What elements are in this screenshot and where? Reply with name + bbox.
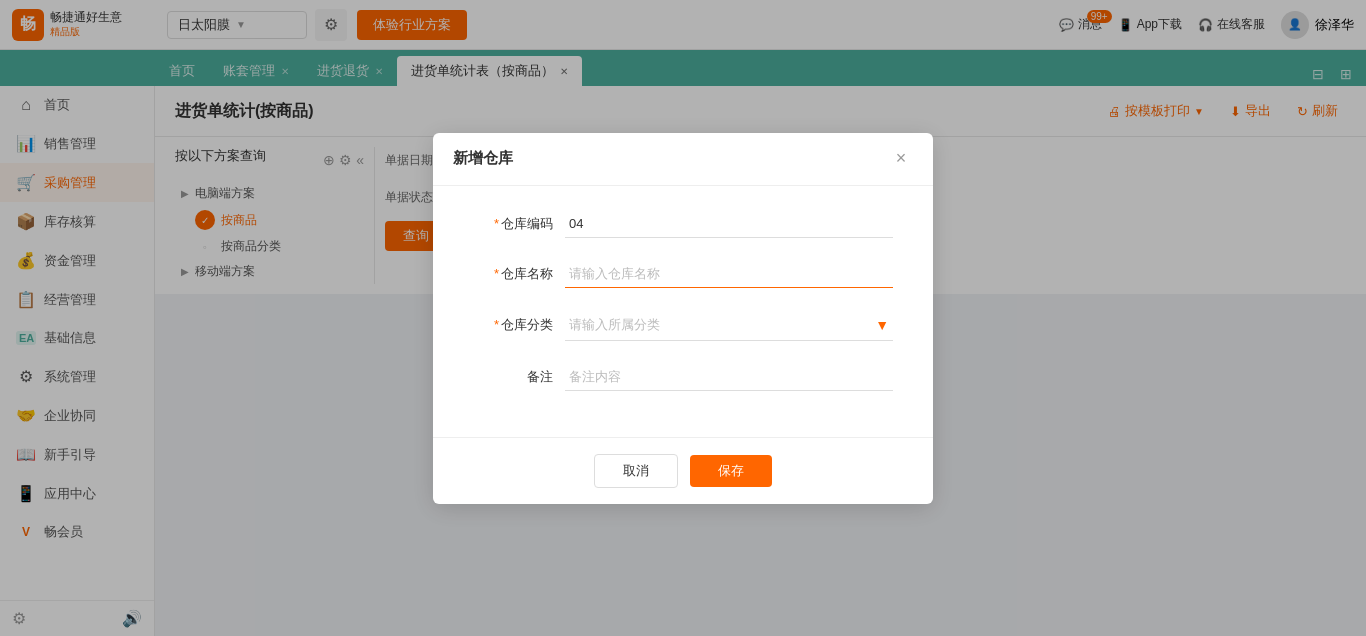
note-input[interactable] (565, 363, 893, 391)
warehouse-category-row: *仓库分类 请输入所属分类 ▼ (473, 310, 893, 341)
warehouse-code-row: *仓库编码 (473, 210, 893, 238)
modal-title: 新增仓库 (453, 149, 513, 168)
cancel-button[interactable]: 取消 (594, 454, 678, 488)
modal-header: 新增仓库 × (433, 133, 933, 186)
modal-close-button[interactable]: × (889, 147, 913, 171)
warehouse-category-select[interactable]: 请输入所属分类 ▼ (565, 310, 893, 341)
warehouse-name-row: *仓库名称 (473, 260, 893, 288)
save-button[interactable]: 保存 (690, 455, 772, 487)
add-warehouse-modal: 新增仓库 × *仓库编码 *仓库名称 *仓库分类 (433, 133, 933, 504)
warehouse-name-label: *仓库名称 (473, 265, 553, 283)
modal-overlay[interactable]: 新增仓库 × *仓库编码 *仓库名称 *仓库分类 (0, 0, 1366, 636)
warehouse-category-placeholder: 请输入所属分类 (569, 316, 660, 334)
warehouse-category-arrow: ▼ (875, 317, 889, 333)
warehouse-code-label: *仓库编码 (473, 215, 553, 233)
note-label: 备注 (473, 368, 553, 386)
warehouse-name-input[interactable] (565, 260, 893, 288)
note-row: 备注 (473, 363, 893, 391)
modal-body: *仓库编码 *仓库名称 *仓库分类 请输入所属分类 ▼ (433, 186, 933, 437)
warehouse-code-input[interactable] (565, 210, 893, 238)
modal-footer: 取消 保存 (433, 437, 933, 504)
warehouse-category-label: *仓库分类 (473, 316, 553, 334)
